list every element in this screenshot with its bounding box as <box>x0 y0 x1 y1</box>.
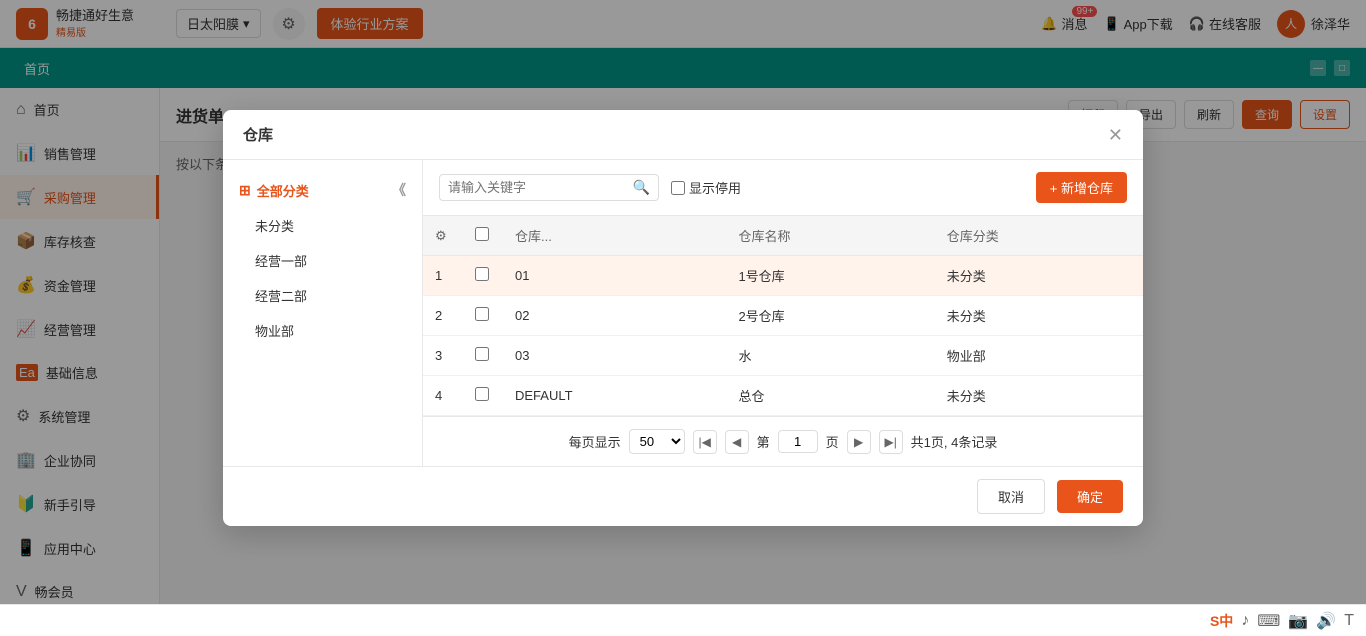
cell-num: 2 <box>423 296 463 336</box>
dialog-close-button[interactable]: ✕ <box>1108 126 1123 144</box>
col-gear: ⚙ <box>423 216 463 256</box>
cell-category: 物业部 <box>935 336 1143 376</box>
modal-overlay: 仓库 ✕ ⊞ 全部分类 《 未分类 经营一部 经营二部 物业部 <box>0 0 1366 636</box>
col-checkbox <box>463 216 503 256</box>
cell-code: DEFAULT <box>503 376 726 416</box>
col-code: 仓库... <box>503 216 726 256</box>
per-page-select[interactable]: 50 100 200 <box>629 429 685 454</box>
dialog-body: ⊞ 全部分类 《 未分类 经营一部 经营二部 物业部 🔍 <box>223 160 1143 466</box>
table-row[interactable]: 1 01 1号仓库 未分类 <box>423 256 1143 296</box>
cell-code: 02 <box>503 296 726 336</box>
col-name: 仓库名称 <box>726 216 934 256</box>
music-icon[interactable]: ♪ <box>1241 612 1249 630</box>
cell-name: 总仓 <box>726 376 934 416</box>
table-row[interactable]: 2 02 2号仓库 未分类 <box>423 296 1143 336</box>
cell-name: 2号仓库 <box>726 296 934 336</box>
cell-checkbox <box>463 296 503 336</box>
cell-checkbox <box>463 256 503 296</box>
cell-name: 1号仓库 <box>726 256 934 296</box>
volume-icon[interactable]: 🔊 <box>1316 611 1336 631</box>
warehouse-dialog: 仓库 ✕ ⊞ 全部分类 《 未分类 经营一部 经营二部 物业部 <box>223 110 1143 526</box>
dialog-title: 仓库 <box>243 124 273 145</box>
category-item-3[interactable]: 物业部 <box>223 313 422 348</box>
cell-num: 4 <box>423 376 463 416</box>
cell-checkbox <box>463 336 503 376</box>
category-sidebar: ⊞ 全部分类 《 未分类 经营一部 经营二部 物业部 <box>223 160 423 466</box>
show-disabled-checkbox[interactable] <box>671 181 685 195</box>
table-row[interactable]: 3 03 水 物业部 <box>423 336 1143 376</box>
cell-num: 3 <box>423 336 463 376</box>
row-checkbox-2[interactable] <box>475 307 489 321</box>
data-table: ⚙ 仓库... 仓库名称 <box>423 216 1143 416</box>
gear-col-icon: ⚙ <box>435 228 447 243</box>
keyboard-icon[interactable]: ⌨ <box>1257 611 1280 631</box>
prev-page-button[interactable]: ◀ <box>725 430 749 454</box>
cell-name: 水 <box>726 336 934 376</box>
row-checkbox-1[interactable] <box>475 267 489 281</box>
category-item-1[interactable]: 经营一部 <box>223 243 422 278</box>
cell-code: 03 <box>503 336 726 376</box>
cell-category: 未分类 <box>935 256 1143 296</box>
cell-code: 01 <box>503 256 726 296</box>
pagination: 每页显示 50 100 200 |◀ ◀ 第 页 ▶ ▶| 共1页, 4条记录 <box>423 416 1143 466</box>
table-row[interactable]: 4 DEFAULT 总仓 未分类 <box>423 376 1143 416</box>
cell-category: 未分类 <box>935 376 1143 416</box>
dialog-header: 仓库 ✕ <box>223 110 1143 160</box>
category-item-2[interactable]: 经营二部 <box>223 278 422 313</box>
row-checkbox-3[interactable] <box>475 347 489 361</box>
search-box: 🔍 <box>439 174 659 201</box>
add-warehouse-button[interactable]: + 新增仓库 <box>1036 172 1127 203</box>
first-page-button[interactable]: |◀ <box>693 430 717 454</box>
last-page-button[interactable]: ▶| <box>879 430 903 454</box>
cell-category: 未分类 <box>935 296 1143 336</box>
search-icon: 🔍 <box>633 179 650 196</box>
row-checkbox-4[interactable] <box>475 387 489 401</box>
search-input[interactable] <box>448 180 633 195</box>
dialog-footer: 取消 确定 <box>223 466 1143 526</box>
cell-checkbox <box>463 376 503 416</box>
table-area: 🔍 显示停用 + 新增仓库 ⚙ <box>423 160 1143 466</box>
confirm-button[interactable]: 确定 <box>1057 480 1123 513</box>
grid-icon: ⊞ <box>239 182 251 199</box>
table-header-row: ⚙ 仓库... 仓库名称 <box>423 216 1143 256</box>
bottom-bar: S中 ♪ ⌨ 📷 🔊 T <box>0 604 1366 636</box>
cancel-button[interactable]: 取消 <box>977 479 1045 514</box>
next-page-button[interactable]: ▶ <box>847 430 871 454</box>
warehouse-table: ⚙ 仓库... 仓库名称 <box>423 216 1143 416</box>
all-category-header[interactable]: ⊞ 全部分类 《 <box>223 172 422 208</box>
show-disabled-toggle[interactable]: 显示停用 <box>671 178 741 197</box>
sougou-icon[interactable]: S中 <box>1210 611 1233 631</box>
table-body: 1 01 1号仓库 未分类 2 <box>423 256 1143 416</box>
table-toolbar: 🔍 显示停用 + 新增仓库 <box>423 160 1143 216</box>
text-icon[interactable]: T <box>1344 612 1354 630</box>
select-all-checkbox[interactable] <box>475 227 489 241</box>
camera-icon[interactable]: 📷 <box>1288 611 1308 631</box>
cell-num: 1 <box>423 256 463 296</box>
collapse-icon[interactable]: 《 <box>392 180 406 200</box>
col-category: 仓库分类 <box>935 216 1143 256</box>
page-number-input[interactable] <box>778 430 818 453</box>
category-item-0[interactable]: 未分类 <box>223 208 422 243</box>
